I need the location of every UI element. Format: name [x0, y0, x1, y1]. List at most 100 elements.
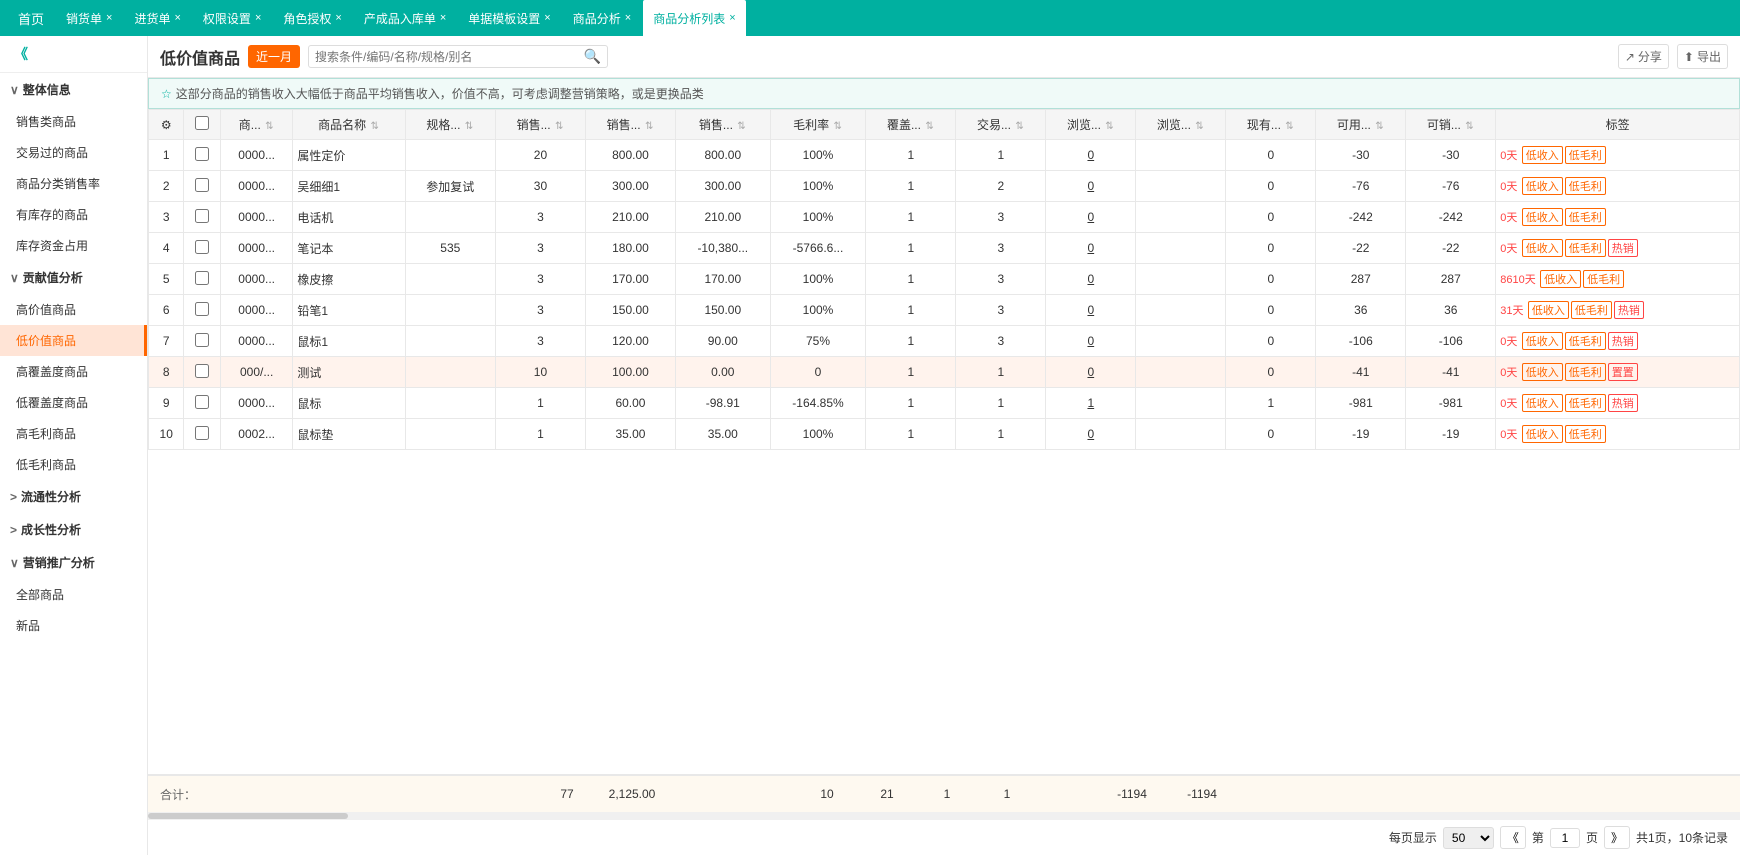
- nav-analysis-list[interactable]: 商品分析列表 ×: [643, 0, 745, 36]
- nav-purchase[interactable]: 进货单 ×: [124, 0, 190, 36]
- col-current[interactable]: 现有... ⇅: [1226, 110, 1316, 140]
- sort-browse1-icon[interactable]: ⇅: [1105, 121, 1113, 132]
- sidebar-item-high-margin[interactable]: 高毛利商品: [0, 418, 147, 449]
- next-page-btn[interactable]: 》: [1604, 826, 1630, 849]
- nav-inventory-close[interactable]: ×: [440, 12, 446, 24]
- search-icon[interactable]: 🔍: [584, 48, 601, 65]
- col-sale2[interactable]: 销售... ⇅: [585, 110, 675, 140]
- nav-analysis[interactable]: 商品分析 ×: [563, 0, 641, 36]
- nav-analysis-list-close[interactable]: ×: [729, 12, 735, 24]
- export-btn[interactable]: ⬆ 导出: [1677, 44, 1728, 69]
- prev-page-btn[interactable]: 《: [1500, 826, 1526, 849]
- nav-template-close[interactable]: ×: [544, 12, 550, 24]
- page-input[interactable]: [1550, 828, 1580, 848]
- sidebar-item-high-coverage[interactable]: 高覆盖度商品: [0, 356, 147, 387]
- search-input[interactable]: [315, 50, 584, 64]
- nav-inventory[interactable]: 产成品入库单 ×: [354, 0, 456, 36]
- cell-checkbox[interactable]: [184, 388, 220, 419]
- row-checkbox[interactable]: [195, 271, 209, 285]
- sidebar-item-sales-products[interactable]: 销售类商品: [0, 106, 147, 137]
- sidebar-collapse-btn[interactable]: 《: [8, 42, 34, 66]
- sidebar-item-high-value[interactable]: 高价值商品: [0, 294, 147, 325]
- nav-sales-close[interactable]: ×: [106, 12, 112, 24]
- cell-checkbox[interactable]: [184, 419, 220, 450]
- sidebar-group-marketing[interactable]: ∨ 营销推广分析: [0, 546, 147, 579]
- col-checkbox[interactable]: [184, 110, 220, 140]
- cell-browse1[interactable]: 0: [1046, 326, 1136, 357]
- nav-role[interactable]: 角色授权 ×: [273, 0, 351, 36]
- col-browse2[interactable]: 浏览... ⇅: [1136, 110, 1226, 140]
- col-available[interactable]: 可用... ⇅: [1316, 110, 1406, 140]
- sort-code-icon[interactable]: ⇅: [265, 121, 273, 132]
- nav-home[interactable]: 首页: [8, 0, 54, 36]
- scrollbar-thumb[interactable]: [148, 813, 348, 819]
- sidebar-item-inventory-fund[interactable]: 库存资金占用: [0, 230, 147, 261]
- sort-sale3-icon[interactable]: ⇅: [737, 121, 745, 132]
- col-trade[interactable]: 交易... ⇅: [956, 110, 1046, 140]
- sidebar-item-low-value[interactable]: 低价值商品: [0, 325, 147, 356]
- col-spec[interactable]: 规格... ⇅: [405, 110, 495, 140]
- row-checkbox[interactable]: [195, 302, 209, 316]
- row-checkbox[interactable]: [195, 209, 209, 223]
- sidebar-item-low-coverage[interactable]: 低覆盖度商品: [0, 387, 147, 418]
- share-btn[interactable]: ↗ 分享: [1618, 44, 1669, 69]
- sort-current-icon[interactable]: ⇅: [1285, 121, 1293, 132]
- cell-checkbox[interactable]: [184, 326, 220, 357]
- select-all-checkbox[interactable]: [195, 116, 209, 130]
- sort-available-icon[interactable]: ⇅: [1375, 121, 1383, 132]
- nav-template[interactable]: 单据模板设置 ×: [458, 0, 560, 36]
- sort-spec-icon[interactable]: ⇅: [465, 121, 473, 132]
- row-checkbox[interactable]: [195, 147, 209, 161]
- sort-coverage-icon[interactable]: ⇅: [925, 121, 933, 132]
- cell-browse1[interactable]: 0: [1046, 264, 1136, 295]
- cell-browse1[interactable]: 0: [1046, 295, 1136, 326]
- cell-browse1[interactable]: 0: [1046, 233, 1136, 264]
- col-margin[interactable]: 毛利率 ⇅: [770, 110, 866, 140]
- sidebar-item-low-margin[interactable]: 低毛利商品: [0, 449, 147, 480]
- row-checkbox[interactable]: [195, 395, 209, 409]
- sidebar-item-stocked[interactable]: 有库存的商品: [0, 199, 147, 230]
- cell-browse1[interactable]: 0: [1046, 202, 1136, 233]
- cell-checkbox[interactable]: [184, 202, 220, 233]
- search-box[interactable]: 🔍: [308, 45, 608, 68]
- nav-role-close[interactable]: ×: [335, 12, 341, 24]
- sidebar-item-category-rate[interactable]: 商品分类销售率: [0, 168, 147, 199]
- cell-checkbox[interactable]: [184, 295, 220, 326]
- nav-analysis-close[interactable]: ×: [625, 12, 631, 24]
- sidebar-group-growth[interactable]: > 成长性分析: [0, 513, 147, 546]
- row-checkbox[interactable]: [195, 426, 209, 440]
- cell-browse1[interactable]: 0: [1046, 140, 1136, 171]
- sidebar-group-circulation[interactable]: > 流通性分析: [0, 480, 147, 513]
- sidebar-item-new-products[interactable]: 新品: [0, 610, 147, 641]
- col-sale3[interactable]: 销售... ⇅: [675, 110, 770, 140]
- nav-sales[interactable]: 销货单 ×: [56, 0, 122, 36]
- nav-permission-close[interactable]: ×: [255, 12, 261, 24]
- col-sale1[interactable]: 销售... ⇅: [495, 110, 585, 140]
- sort-margin-icon[interactable]: ⇅: [833, 121, 841, 132]
- page-size-select[interactable]: 50 20 100: [1443, 827, 1494, 849]
- col-name[interactable]: 商品名称 ⇅: [293, 110, 405, 140]
- row-checkbox[interactable]: [195, 364, 209, 378]
- sort-saleable-icon[interactable]: ⇅: [1465, 121, 1473, 132]
- sidebar-group-overall[interactable]: ∨ 整体信息: [0, 73, 147, 106]
- sort-sale2-icon[interactable]: ⇅: [645, 121, 653, 132]
- scrollbar-area[interactable]: [148, 812, 1740, 820]
- sort-trade-icon[interactable]: ⇅: [1015, 121, 1023, 132]
- sidebar-item-all-products[interactable]: 全部商品: [0, 579, 147, 610]
- nav-permission[interactable]: 权限设置 ×: [193, 0, 271, 36]
- row-checkbox[interactable]: [195, 178, 209, 192]
- settings-icon[interactable]: ⚙: [161, 118, 172, 132]
- col-settings[interactable]: ⚙: [149, 110, 184, 140]
- col-browse1[interactable]: 浏览... ⇅: [1046, 110, 1136, 140]
- cell-browse1[interactable]: 0: [1046, 357, 1136, 388]
- cell-browse1[interactable]: 0: [1046, 419, 1136, 450]
- sidebar-group-contribution[interactable]: ∨ 贡献值分析: [0, 261, 147, 294]
- nav-purchase-close[interactable]: ×: [174, 12, 180, 24]
- cell-browse1[interactable]: 1: [1046, 388, 1136, 419]
- row-checkbox[interactable]: [195, 333, 209, 347]
- sort-sale1-icon[interactable]: ⇅: [555, 121, 563, 132]
- cell-checkbox[interactable]: [184, 264, 220, 295]
- row-checkbox[interactable]: [195, 240, 209, 254]
- cell-checkbox[interactable]: [184, 140, 220, 171]
- sort-name-icon[interactable]: ⇅: [370, 121, 378, 132]
